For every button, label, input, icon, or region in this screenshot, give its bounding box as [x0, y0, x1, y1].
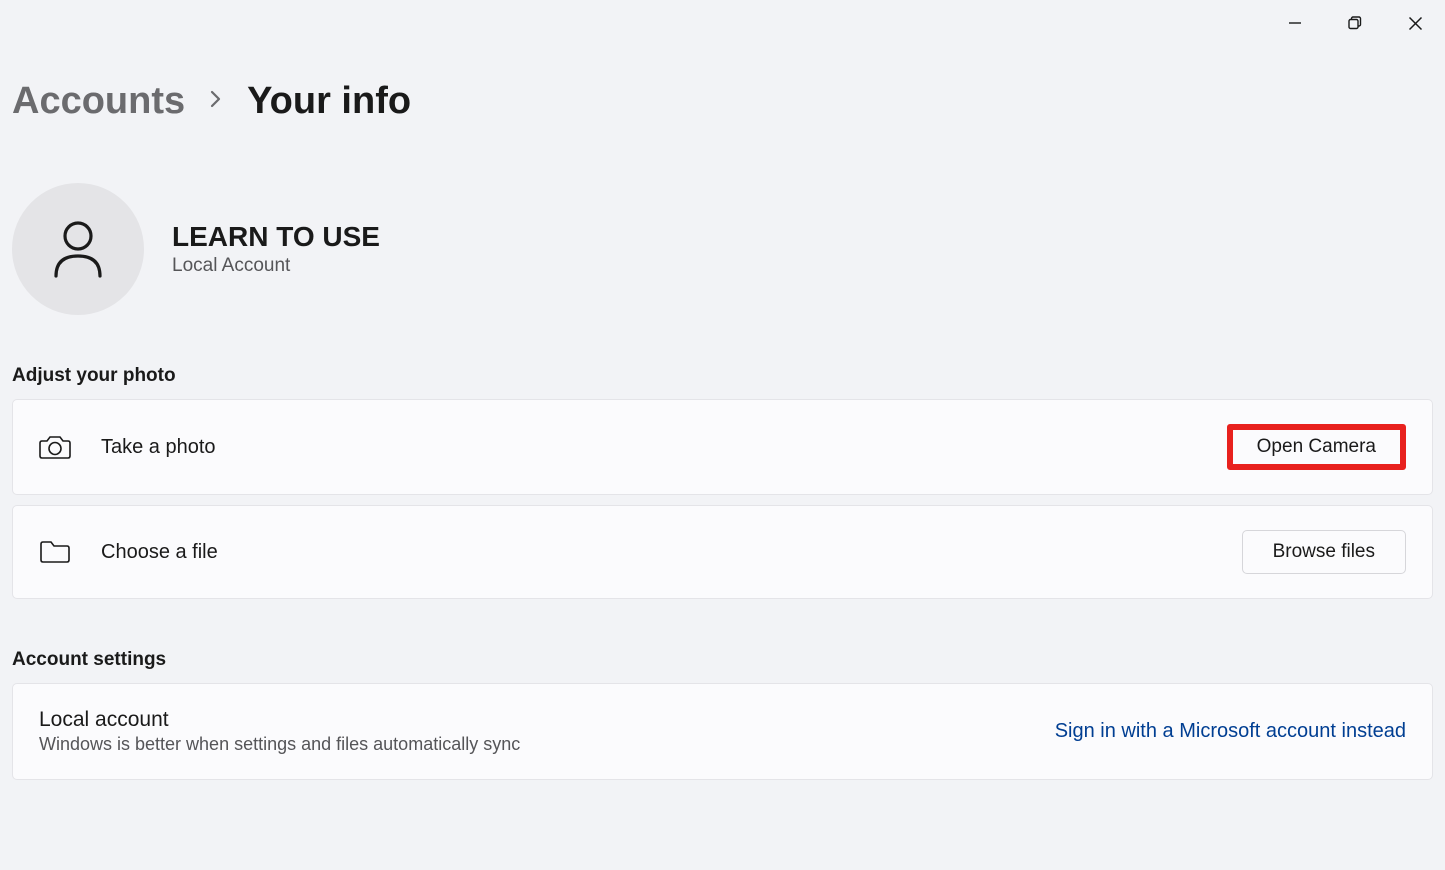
breadcrumb-current: Your info: [247, 80, 411, 123]
close-button[interactable]: [1385, 8, 1445, 38]
maximize-button[interactable]: [1325, 8, 1385, 38]
local-account-title: Local account: [39, 708, 520, 732]
avatar: [12, 183, 144, 315]
local-account-sub: Windows is better when settings and file…: [39, 734, 520, 755]
browse-files-button[interactable]: Browse files: [1242, 530, 1406, 574]
profile-type: Local Account: [172, 255, 380, 277]
breadcrumb-parent[interactable]: Accounts: [12, 80, 185, 123]
folder-icon: [39, 539, 71, 565]
section-title-account-settings: Account settings: [12, 649, 1433, 671]
sign-in-microsoft-link[interactable]: Sign in with a Microsoft account instead: [1055, 720, 1406, 743]
chevron-right-icon: [209, 89, 223, 114]
profile-name: LEARN TO USE: [172, 221, 380, 253]
take-photo-card: Take a photo Open Camera: [12, 399, 1433, 495]
camera-icon: [39, 433, 71, 461]
open-camera-button[interactable]: Open Camera: [1227, 424, 1406, 470]
profile-section: LEARN TO USE Local Account: [12, 183, 1433, 315]
user-icon: [51, 220, 105, 278]
section-title-adjust-photo: Adjust your photo: [12, 365, 1433, 387]
breadcrumb: Accounts Your info: [12, 80, 1433, 123]
take-photo-label: Take a photo: [101, 436, 216, 459]
minimize-button[interactable]: [1265, 8, 1325, 38]
choose-file-label: Choose a file: [101, 541, 218, 564]
local-account-card: Local account Windows is better when set…: [12, 683, 1433, 780]
choose-file-card: Choose a file Browse files: [12, 505, 1433, 599]
